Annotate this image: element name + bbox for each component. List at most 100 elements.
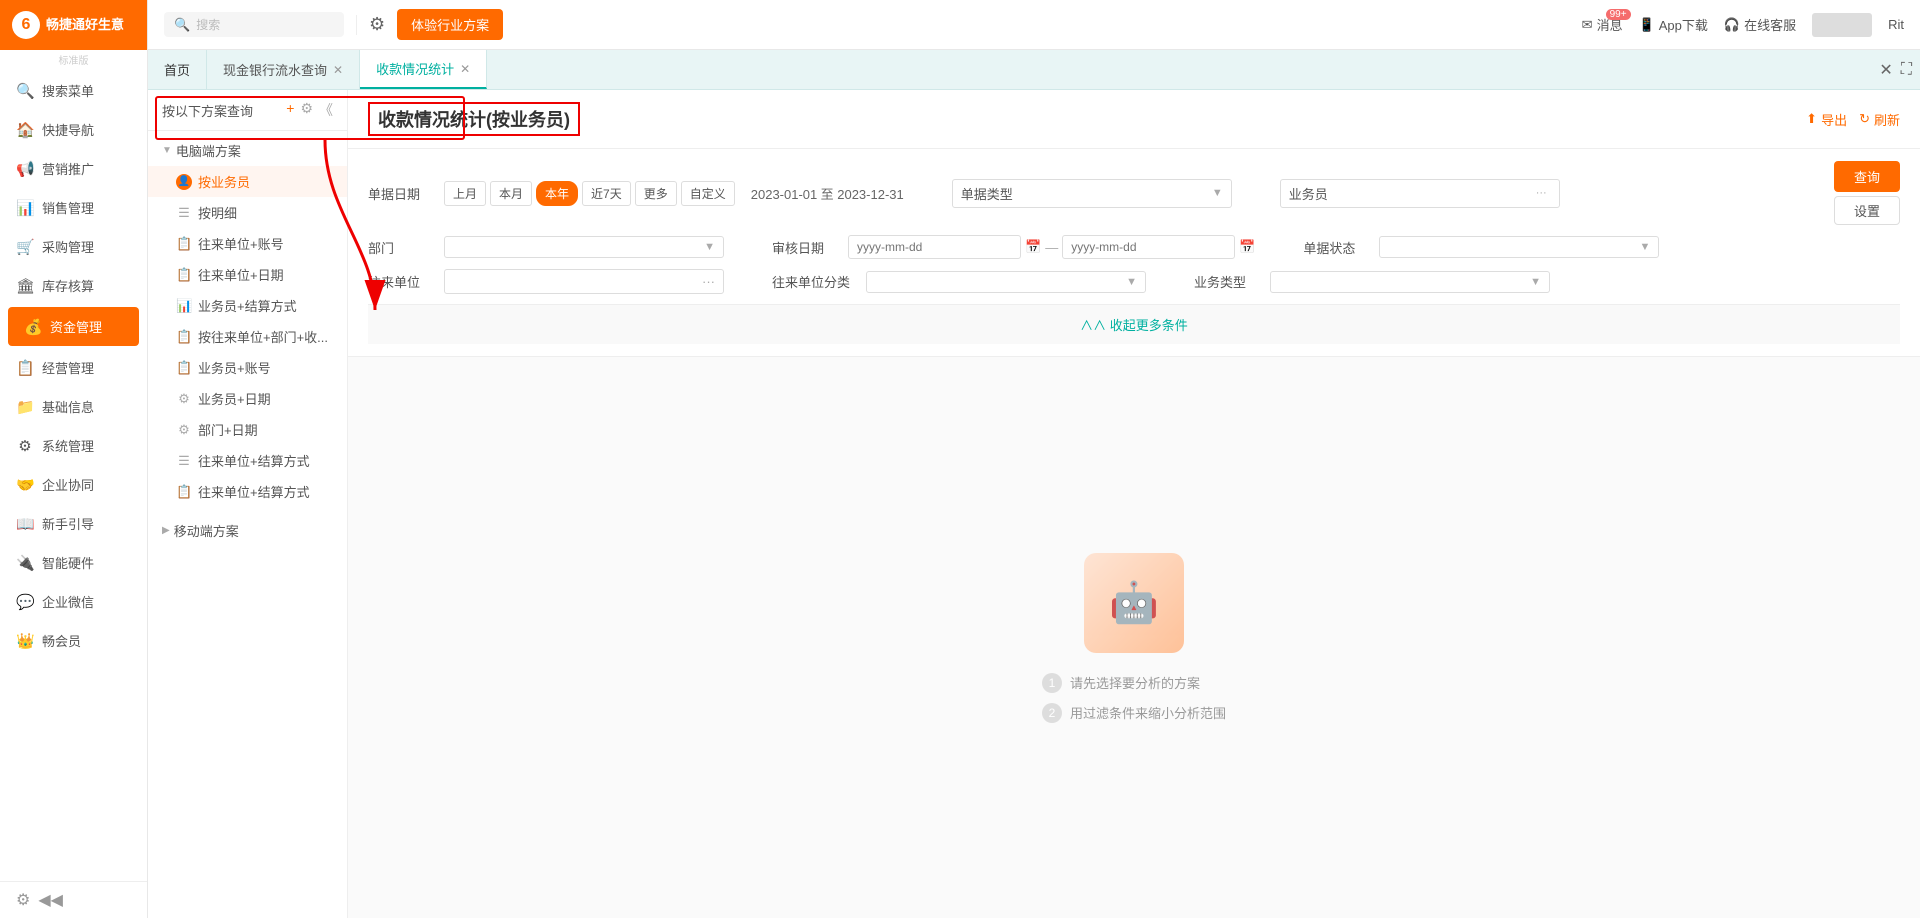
maximize-btn[interactable]: ⛶ <box>1901 61 1912 79</box>
desktop-group-title[interactable]: ▼ 电脑端方案 <box>148 135 347 166</box>
export-icon: ⬆ <box>1806 111 1817 127</box>
date-label: 单据日期 <box>368 184 428 203</box>
sidebar-item-basic[interactable]: 📁 基础信息 <box>0 387 147 426</box>
avatar-image <box>1812 13 1872 37</box>
biz-type-select[interactable]: ▼ <box>1270 271 1550 293</box>
online-service-link[interactable]: 🎧 在线客服 <box>1724 15 1796 34</box>
sidebar-item-hardware[interactable]: 🔌 智能硬件 <box>0 543 147 582</box>
settings-scheme-icon[interactable]: ⚙ <box>300 100 313 120</box>
review-date-label: 审核日期 <box>772 238 832 257</box>
dept-date-icon: ⚙ <box>176 422 192 438</box>
sidebar-nav: 🔍 搜索菜单 🏠 快捷导航 📢 营销推广 📊 销售管理 🛒 采购管理 🏛 库存核… <box>0 71 147 881</box>
filter-row-partner: 往来单位 ··· 往来单位分类 ▼ 业务类型 ▼ <box>368 269 1900 294</box>
operations-icon: 📋 <box>16 359 34 377</box>
sidebar-item-purchase[interactable]: 🛒 采购管理 <box>0 227 147 266</box>
empty-state-icon: 🤖 <box>1084 553 1184 653</box>
sidebar-item-enterprise[interactable]: 🤝 企业协同 <box>0 465 147 504</box>
tabbar-actions: ✕ ⛶ <box>1871 50 1920 89</box>
sidebar-item-inventory[interactable]: 🏛 库存核算 <box>0 266 147 305</box>
scheme-salesperson-settlement[interactable]: 📊 业务员+结算方式 <box>148 290 347 321</box>
settings-button[interactable]: 设置 <box>1834 196 1900 225</box>
topbar-settings-icon[interactable]: ⚙ <box>369 14 385 35</box>
sidebar-item-wechat[interactable]: 💬 企业微信 <box>0 582 147 621</box>
panel-header: 按以下方案查询 + ⚙ 《 <box>148 90 347 131</box>
sales-icon: 📊 <box>16 199 34 217</box>
close-window-btn[interactable]: ✕ <box>1879 60 1892 80</box>
home-icon: 🏠 <box>16 121 34 139</box>
app-download-link[interactable]: 📱 App下载 <box>1639 15 1708 34</box>
bottom-collapse-icon[interactable]: ◀◀ <box>38 890 63 910</box>
partner-category-label: 往来单位分类 <box>772 272 850 291</box>
scheme-by-salesperson[interactable]: 👤 按业务员 <box>148 166 347 197</box>
topbar-divider <box>356 15 357 35</box>
scheme-partner-dept-col[interactable]: 📋 按往来单位+部门+收... <box>148 321 347 352</box>
scheme-dept-date[interactable]: ⚙ 部门+日期 <box>148 414 347 445</box>
sidebar-item-quicknav[interactable]: 🏠 快捷导航 <box>0 110 147 149</box>
query-button[interactable]: 查询 <box>1834 161 1900 192</box>
sidebar-item-sales[interactable]: 📊 销售管理 <box>0 188 147 227</box>
partner-more-icon[interactable]: ··· <box>702 274 715 289</box>
sidebar-item-search[interactable]: 🔍 搜索菜单 <box>0 71 147 110</box>
date-btn-this-year[interactable]: 本年 <box>536 181 578 206</box>
date-options-group: 上月 本月 本年 近7天 更多 自定义 <box>444 181 735 206</box>
message-button[interactable]: ✉ 消息 99+ <box>1582 15 1623 34</box>
partner-category-select[interactable]: ▼ <box>866 271 1146 293</box>
bottom-settings-icon[interactable]: ⚙ <box>16 890 30 910</box>
date-btn-last-month[interactable]: 上月 <box>444 181 486 206</box>
review-date-from-input[interactable] <box>848 235 1021 259</box>
doc-status-select[interactable]: ▼ <box>1379 236 1659 258</box>
tab-collection-close[interactable]: ✕ <box>460 62 470 76</box>
logo-icon: 6 <box>12 11 40 39</box>
tab-collection[interactable]: 收款情况统计 ✕ <box>360 50 487 89</box>
scheme-partner-account[interactable]: 📋 往来单位+账号 <box>148 228 347 259</box>
sidebar-item-member[interactable]: 👑 畅会员 <box>0 621 147 660</box>
left-panel: 按以下方案查询 + ⚙ 《 ▼ 电脑端方案 👤 按业务员 ☰ 按 <box>148 90 348 918</box>
sidebar: 6 畅捷通好生意 标准版 🔍 搜索菜单 🏠 快捷导航 📢 营销推广 📊 销售管理… <box>0 0 148 918</box>
mobile-group-title[interactable]: ▶ 移动端方案 <box>148 515 347 546</box>
page-title: 收款情况统计(按业务员) <box>368 102 580 136</box>
doc-type-select[interactable]: 单据类型 ▼ <box>952 179 1232 208</box>
sidebar-item-finance[interactable]: 💰 资金管理 <box>8 307 139 346</box>
collapse-bar[interactable]: ∧∧ 收起更多条件 <box>368 304 1900 344</box>
review-date-to-calendar-icon[interactable]: 📅 <box>1239 239 1255 255</box>
trial-button[interactable]: 体验行业方案 <box>397 9 503 40</box>
partner-select[interactable]: ··· <box>444 269 724 294</box>
review-date-to-input[interactable] <box>1062 235 1235 259</box>
dept-select[interactable]: ▼ <box>444 236 724 258</box>
partner-settlement2-icon: 📋 <box>176 484 192 500</box>
date-btn-7days[interactable]: 近7天 <box>582 181 631 206</box>
export-button[interactable]: ⬆ 导出 <box>1806 110 1847 129</box>
refresh-button[interactable]: ↻ 刷新 <box>1859 110 1900 129</box>
doc-status-chevron-icon: ▼ <box>1639 241 1650 253</box>
search-icon: 🔍 <box>174 17 190 33</box>
sidebar-bottom: ⚙ ◀◀ <box>0 881 147 918</box>
topbar: 🔍 搜索 ⚙ 体验行业方案 ✉ 消息 99+ 📱 App下载 🎧 在线客服 Ri… <box>148 0 1920 50</box>
user-avatar[interactable] <box>1812 13 1872 37</box>
salesperson-select[interactable]: 业务员 ··· <box>1280 179 1560 208</box>
sidebar-item-system[interactable]: ⚙ 系统管理 <box>0 426 147 465</box>
tab-bank-close[interactable]: ✕ <box>333 63 343 77</box>
review-date-from-calendar-icon[interactable]: 📅 <box>1025 239 1041 255</box>
add-scheme-icon[interactable]: + <box>286 100 294 120</box>
search-icon: 🔍 <box>16 82 34 100</box>
scheme-salesperson-account[interactable]: 📋 业务员+账号 <box>148 352 347 383</box>
page-header: 收款情况统计(按业务员) ⬆ 导出 ↻ 刷新 <box>348 90 1920 149</box>
scheme-partner-settlement1[interactable]: ☰ 往来单位+结算方式 <box>148 445 347 476</box>
marketing-icon: 📢 <box>16 160 34 178</box>
collapse-panel-icon[interactable]: 《 <box>319 100 333 120</box>
tab-home[interactable]: 首页 <box>148 50 207 89</box>
scheme-salesperson-date[interactable]: ⚙ 业务员+日期 <box>148 383 347 414</box>
scheme-by-detail[interactable]: ☰ 按明细 <box>148 197 347 228</box>
date-btn-more[interactable]: 更多 <box>635 181 677 206</box>
scheme-partner-date[interactable]: 📋 往来单位+日期 <box>148 259 347 290</box>
user-name[interactable]: Rit <box>1888 17 1904 32</box>
scheme-partner-settlement2[interactable]: 📋 往来单位+结算方式 <box>148 476 347 507</box>
sidebar-item-guide[interactable]: 📖 新手引导 <box>0 504 147 543</box>
tab-bank[interactable]: 现金银行流水查询 ✕ <box>207 50 360 89</box>
date-btn-this-month[interactable]: 本月 <box>490 181 532 206</box>
date-btn-custom[interactable]: 自定义 <box>681 181 735 206</box>
topbar-search[interactable]: 🔍 搜索 <box>164 12 344 37</box>
sidebar-item-operations[interactable]: 📋 经营管理 <box>0 348 147 387</box>
basic-icon: 📁 <box>16 398 34 416</box>
sidebar-item-marketing[interactable]: 📢 营销推广 <box>0 149 147 188</box>
